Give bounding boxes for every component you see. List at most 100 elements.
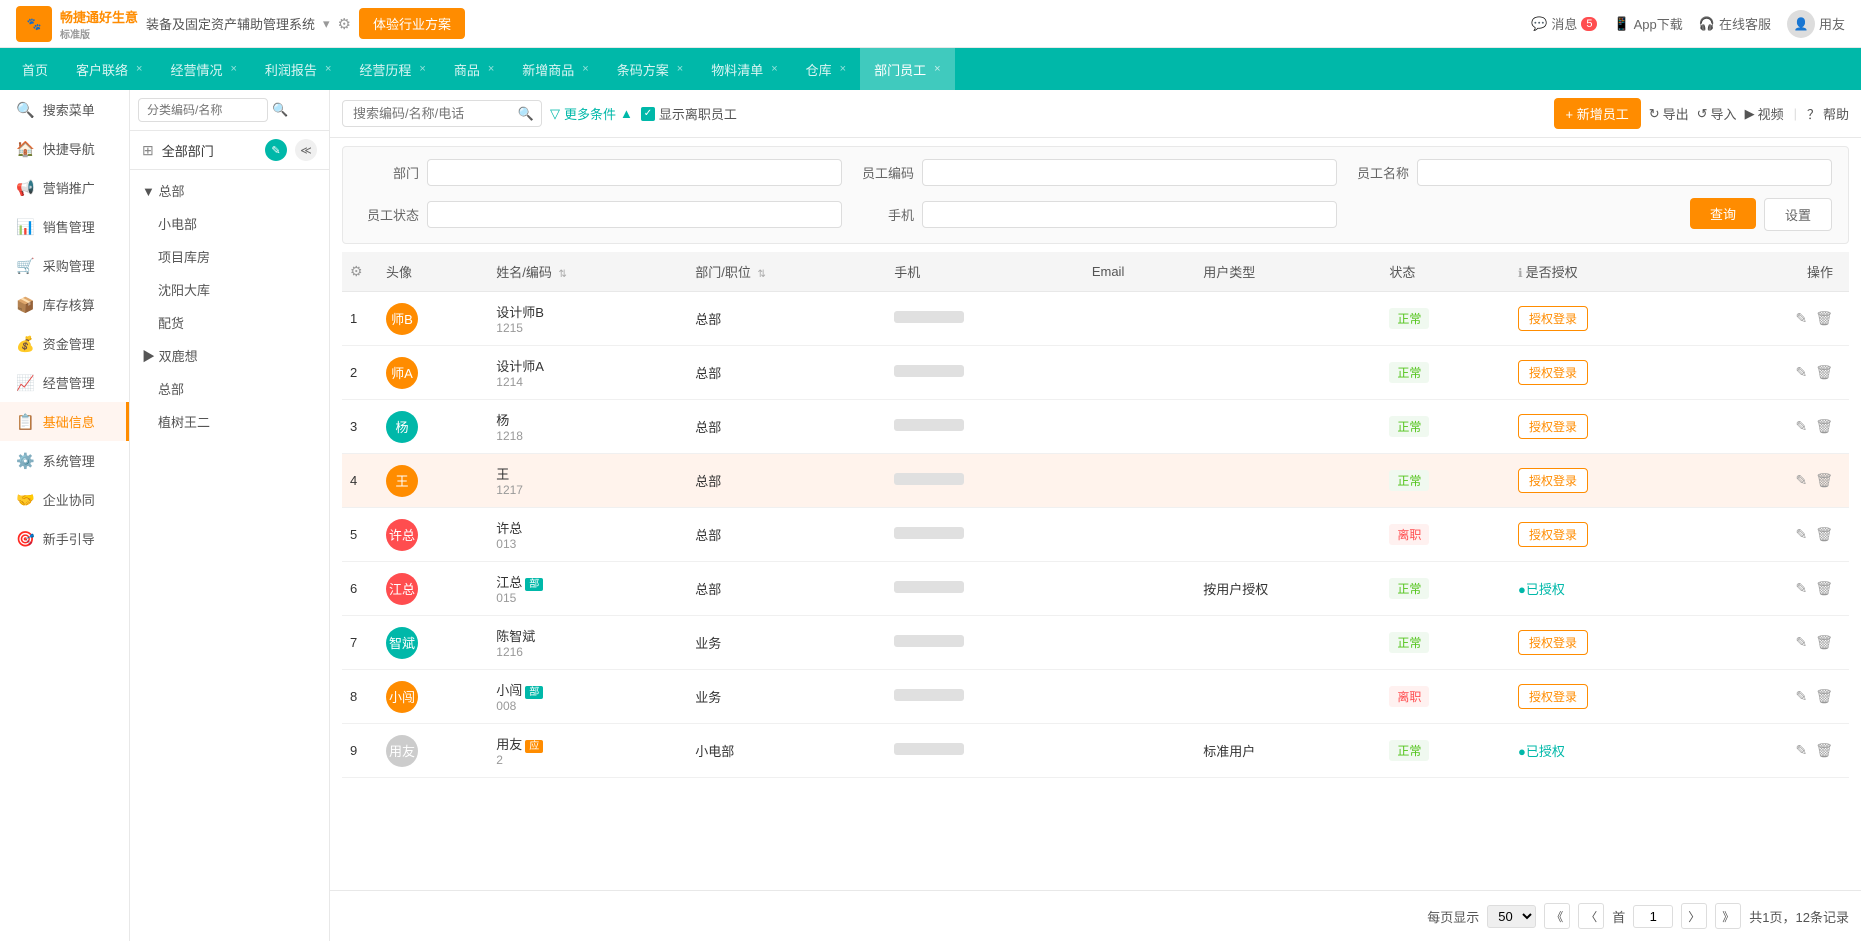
filter-empname-input[interactable]	[1417, 159, 1832, 186]
user-item[interactable]: 👤 用友	[1787, 10, 1845, 38]
dept-collapse-button[interactable]: ≪	[295, 139, 317, 161]
prev-page-button[interactable]: 〈	[1578, 903, 1604, 929]
filter-status-select[interactable]	[427, 201, 842, 228]
dept-tree-item[interactable]: 配货	[130, 306, 329, 339]
auth-button[interactable]: 授权登录	[1518, 414, 1588, 439]
sidebar-item-purchase[interactable]: 🛒采购管理	[0, 246, 129, 285]
dept-tree-item[interactable]: 小电部	[130, 207, 329, 240]
sidebar-item-quicknav[interactable]: 🏠快捷导航	[0, 129, 129, 168]
auth-button[interactable]: 授权登录	[1518, 468, 1588, 493]
close-icon[interactable]: ×	[136, 63, 142, 75]
auth-button[interactable]: 授权登录	[1518, 360, 1588, 385]
sidebar-item-basic[interactable]: 📋基础信息	[0, 402, 129, 441]
sidebar-item-system[interactable]: ⚙️系统管理	[0, 441, 129, 480]
app-download-item[interactable]: 📱 App下载	[1613, 14, 1682, 33]
edit-icon[interactable]: ✎	[1795, 310, 1807, 327]
close-icon[interactable]: ×	[677, 63, 683, 75]
nav-tab-首页[interactable]: 首页	[8, 48, 62, 90]
delete-icon[interactable]: 🗑	[1815, 688, 1833, 705]
edit-icon[interactable]: ✎	[1795, 526, 1807, 543]
filter-dept-select[interactable]	[427, 159, 842, 186]
delete-icon[interactable]: 🗑	[1815, 580, 1833, 597]
nav-tab-新增商品[interactable]: 新增商品×	[508, 48, 602, 90]
edit-icon[interactable]: ✎	[1795, 418, 1807, 435]
nav-tab-利润报告[interactable]: 利润报告×	[251, 48, 345, 90]
delete-icon[interactable]: 🗑	[1815, 526, 1833, 543]
delete-icon[interactable]: 🗑	[1815, 472, 1833, 489]
nav-tab-商品[interactable]: 商品×	[440, 48, 508, 90]
nav-tab-客户联络[interactable]: 客户联络×	[62, 48, 156, 90]
close-icon[interactable]: ×	[840, 63, 846, 75]
auth-button[interactable]: 授权登录	[1518, 684, 1588, 709]
edit-icon[interactable]: ✎	[1795, 634, 1807, 651]
dept-search-input[interactable]	[138, 98, 268, 122]
auth-button[interactable]: 授权登录	[1518, 630, 1588, 655]
nav-tab-经营历程[interactable]: 经营历程×	[345, 48, 439, 90]
close-icon[interactable]: ×	[771, 63, 777, 75]
online-service-item[interactable]: 🎧 在线客服	[1699, 14, 1771, 33]
nav-tab-条码方案[interactable]: 条码方案×	[603, 48, 697, 90]
auth-button[interactable]: 授权登录	[1518, 306, 1588, 331]
dept-tree-item[interactable]: 沈阳大库	[130, 273, 329, 306]
sidebar-item-marketing[interactable]: 📢营销推广	[0, 168, 129, 207]
sidebar-item-inventory[interactable]: 📦库存核算	[0, 285, 129, 324]
dept-tree-item[interactable]: 项目库房	[130, 240, 329, 273]
sort-icon[interactable]: ⇅	[559, 269, 567, 280]
view-button[interactable]: ▶ 视频	[1745, 104, 1784, 123]
message-item[interactable]: 💬 消息 5	[1531, 14, 1597, 33]
delete-icon[interactable]: 🗑	[1815, 418, 1833, 435]
sidebar-item-sales[interactable]: 📊销售管理	[0, 207, 129, 246]
help-button[interactable]: ？ 帮助	[1807, 104, 1849, 123]
delete-icon[interactable]: 🗑	[1815, 364, 1833, 381]
dept-tree-item[interactable]: 总部	[130, 372, 329, 405]
page-number-input[interactable]	[1633, 905, 1673, 928]
filter-set-button[interactable]: 设置	[1764, 198, 1832, 231]
close-icon[interactable]: ×	[488, 63, 494, 75]
import-button[interactable]: ↺ 导入	[1697, 104, 1737, 123]
delete-icon[interactable]: 🗑	[1815, 310, 1833, 327]
filter-phone-input[interactable]	[922, 201, 1337, 228]
trial-button[interactable]: 体验行业方案	[359, 8, 465, 39]
dept-tree-item[interactable]: 植树王二	[130, 405, 329, 438]
emp-search-input[interactable]	[342, 100, 542, 127]
edit-icon[interactable]: ✎	[1795, 580, 1807, 597]
dept-edit-button[interactable]: ✎	[265, 139, 287, 161]
auth-button[interactable]: 授权登录	[1518, 522, 1588, 547]
col-settings-icon[interactable]: ⚙	[350, 263, 363, 279]
sidebar-item-search[interactable]: 🔍搜索菜单	[0, 90, 129, 129]
last-page-button[interactable]: 》	[1715, 903, 1741, 929]
close-icon[interactable]: ×	[934, 63, 940, 75]
first-page-button[interactable]: 《	[1544, 903, 1570, 929]
filter-query-button[interactable]: 查询	[1690, 198, 1756, 229]
nav-tab-经营情况[interactable]: 经营情况×	[156, 48, 250, 90]
sidebar-item-collab[interactable]: 🤝企业协同	[0, 480, 129, 519]
sort-icon[interactable]: ⇅	[758, 269, 766, 280]
close-icon[interactable]: ×	[419, 63, 425, 75]
dept-tree-item[interactable]: ▼ 总部	[130, 174, 329, 207]
dropdown-icon[interactable]: ▾	[323, 16, 330, 32]
sidebar-item-operation[interactable]: 📈经营管理	[0, 363, 129, 402]
close-icon[interactable]: ×	[582, 63, 588, 75]
close-icon[interactable]: ×	[230, 63, 236, 75]
dept-tree-item[interactable]: ▶ 双鹿想	[130, 339, 329, 372]
next-page-button[interactable]: 〉	[1681, 903, 1707, 929]
sidebar-item-guide[interactable]: 🎯新手引导	[0, 519, 129, 558]
nav-tab-仓库[interactable]: 仓库×	[792, 48, 860, 90]
emp-filter-button[interactable]: ▽ 更多条件 ▲	[550, 104, 633, 123]
close-icon[interactable]: ×	[325, 63, 331, 75]
sidebar-item-finance[interactable]: 💰资金管理	[0, 324, 129, 363]
show-inactive-toggle[interactable]: ✓ 显示离职员工	[641, 104, 737, 123]
settings-icon[interactable]: ⚙	[338, 15, 351, 33]
export-button[interactable]: ↻ 导出	[1649, 104, 1689, 123]
filter-empcode-input[interactable]	[922, 159, 1337, 186]
edit-icon[interactable]: ✎	[1795, 742, 1807, 759]
per-page-select[interactable]: 50	[1487, 905, 1536, 928]
edit-icon[interactable]: ✎	[1795, 472, 1807, 489]
edit-icon[interactable]: ✎	[1795, 364, 1807, 381]
edit-icon[interactable]: ✎	[1795, 688, 1807, 705]
nav-tab-部门员工[interactable]: 部门员工×	[860, 48, 954, 90]
delete-icon[interactable]: 🗑	[1815, 742, 1833, 759]
add-employee-button[interactable]: + 新增员工	[1554, 98, 1641, 129]
delete-icon[interactable]: 🗑	[1815, 634, 1833, 651]
nav-tab-物料清单[interactable]: 物料清单×	[697, 48, 791, 90]
